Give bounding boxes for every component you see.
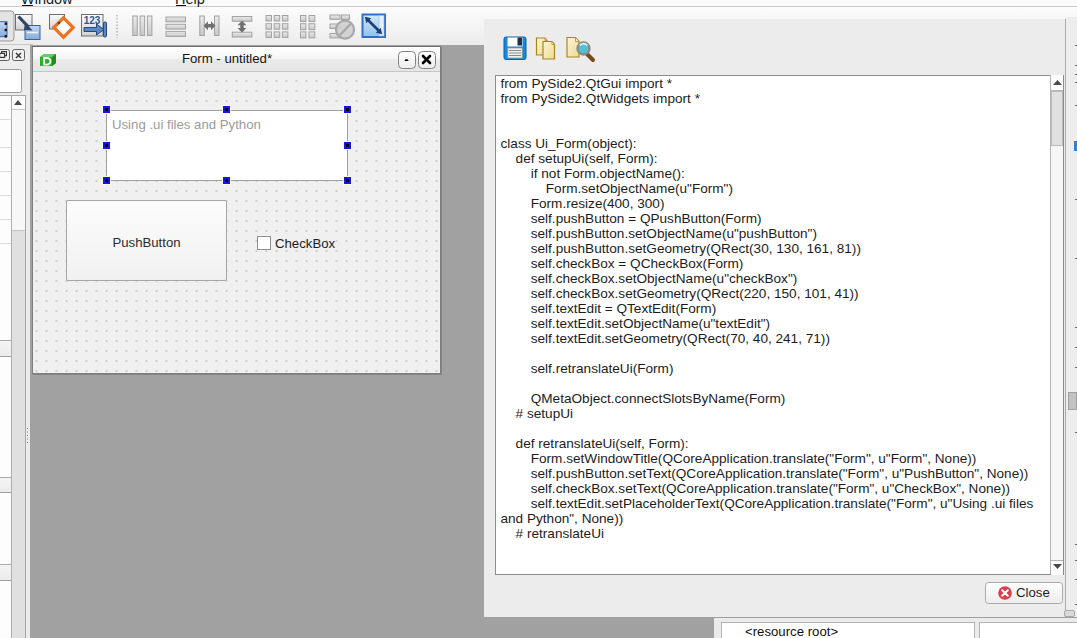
svg-text:123: 123	[84, 15, 101, 26]
